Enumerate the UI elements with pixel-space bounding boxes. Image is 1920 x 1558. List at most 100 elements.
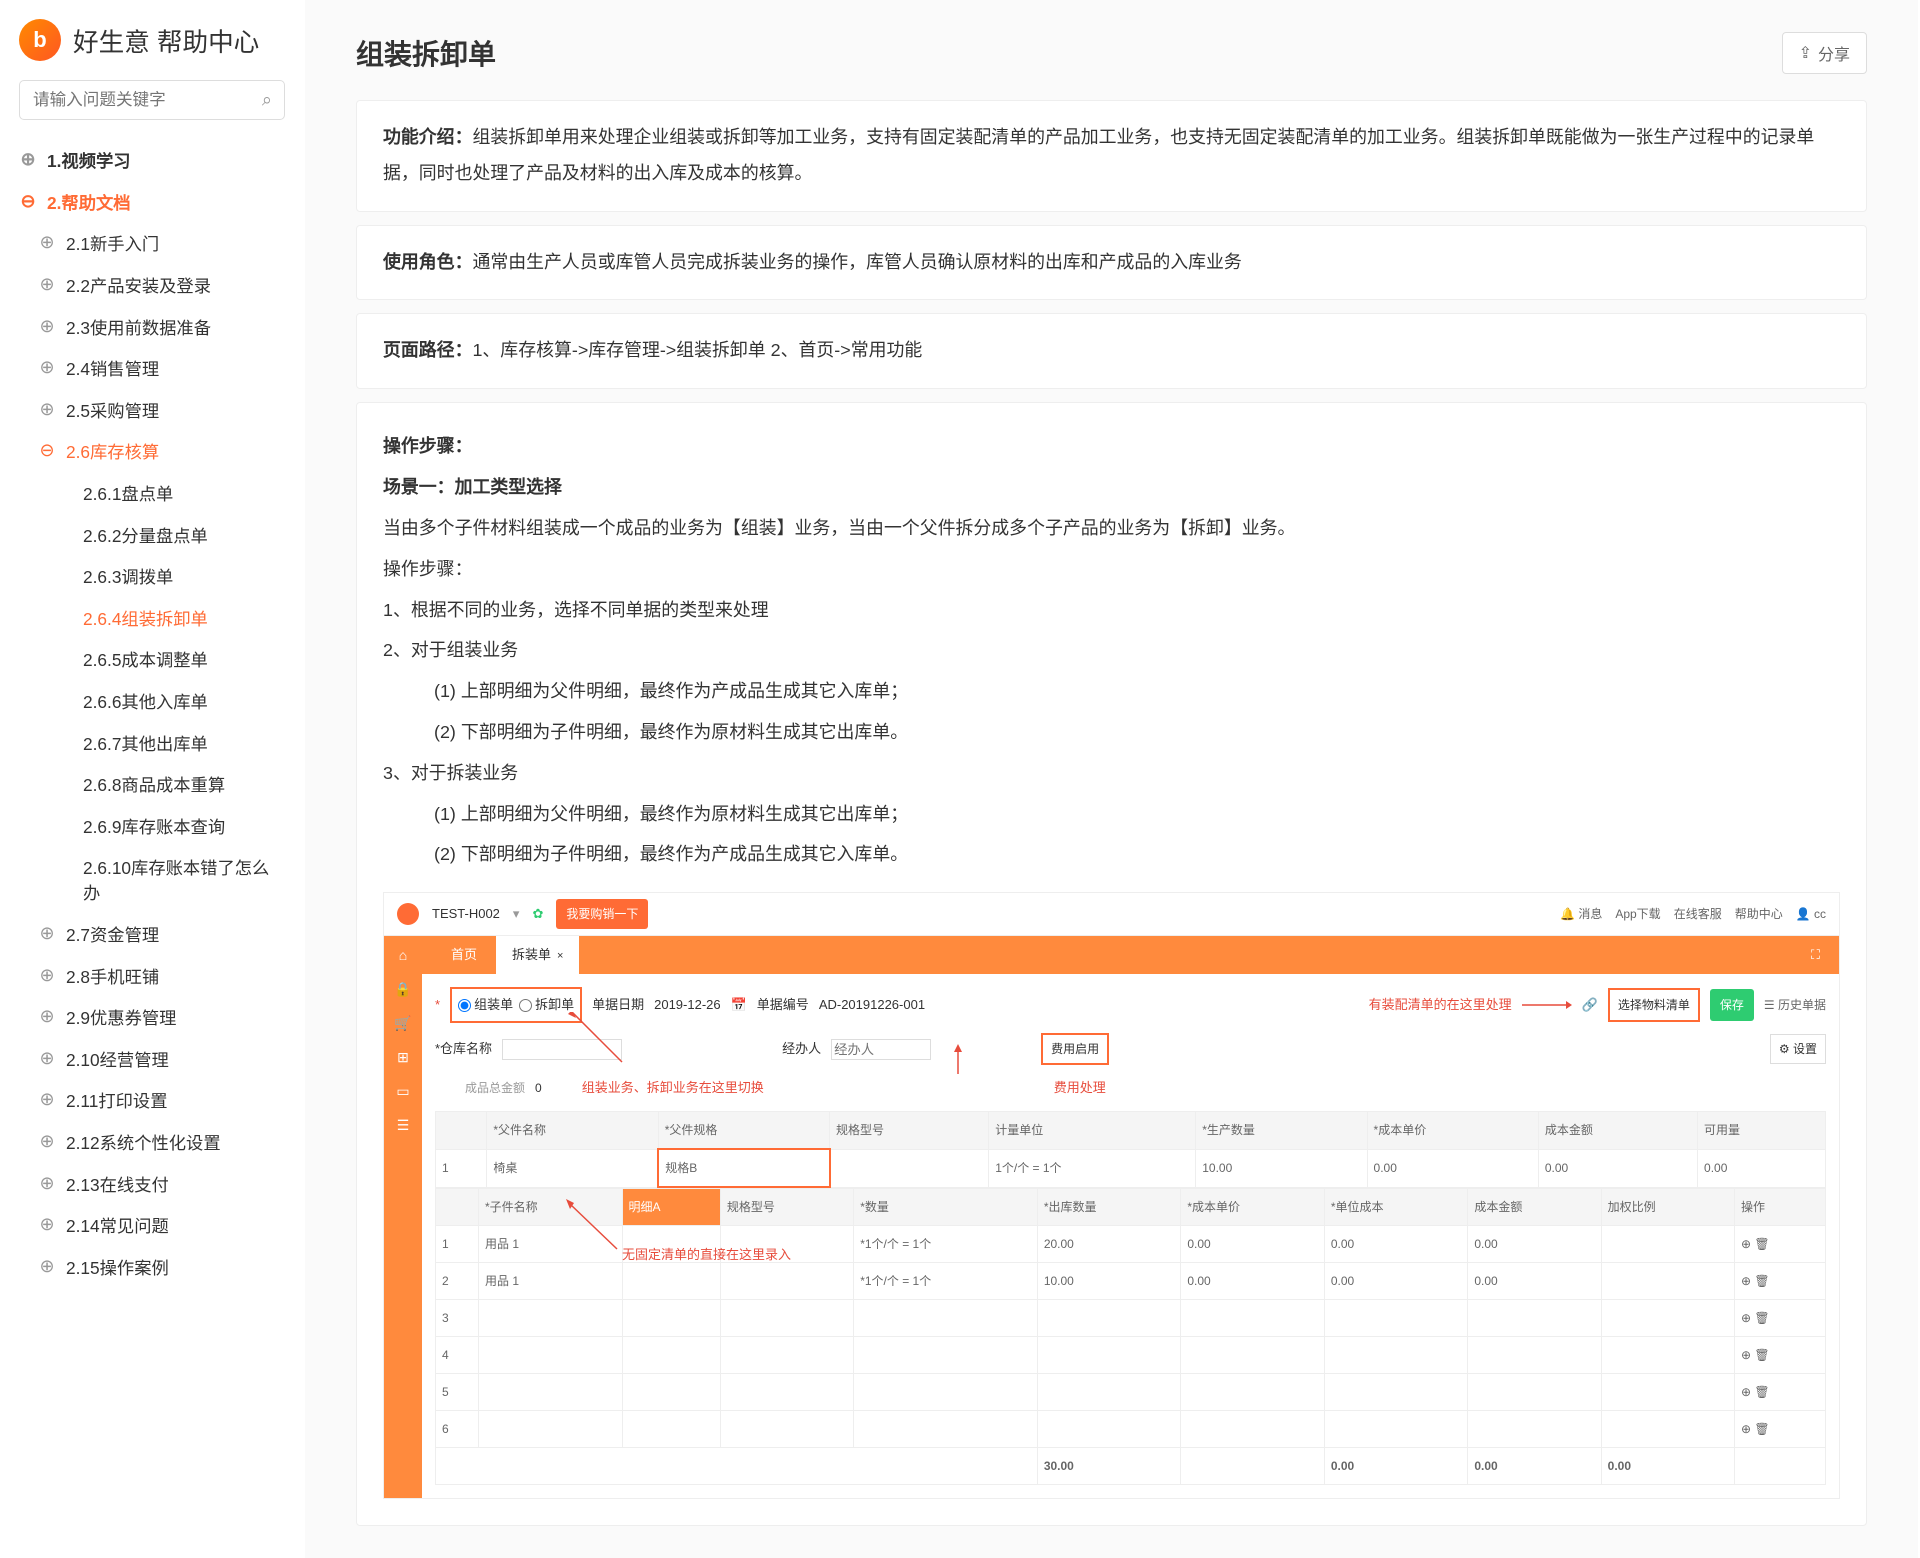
expand-icon[interactable]: ⛶ — [1805, 936, 1826, 974]
ss-top-link[interactable]: 在线客服 — [1674, 902, 1722, 926]
ss-settings-button[interactable]: ⚙ 设置 — [1770, 1034, 1826, 1064]
nav-item[interactable]: 2.15操作案例 — [19, 1245, 285, 1287]
nav-label: 2.6.3调拨单 — [83, 563, 173, 588]
ss-logo-icon — [397, 903, 419, 925]
minus-icon — [19, 192, 37, 210]
card-icon[interactable]: ▭ — [394, 1082, 412, 1100]
nav-item[interactable]: 2.7资金管理 — [19, 913, 285, 955]
nav-item[interactable]: 2.6.5成本调整单 — [19, 638, 285, 680]
ss-type-radio[interactable]: 组装单 拆卸单 — [450, 987, 582, 1023]
home-icon[interactable]: ⌂ — [394, 946, 412, 964]
nav-item[interactable]: 2.4销售管理 — [19, 347, 285, 389]
search-icon[interactable]: ⌕ — [262, 90, 272, 111]
minus-icon — [38, 442, 56, 460]
copy-icon[interactable]: ⊕ — [1741, 1274, 1751, 1288]
calendar-icon[interactable]: 📅 — [731, 992, 747, 1018]
nav-label: 2.6.9库存账本查询 — [83, 813, 225, 838]
copy-icon[interactable]: ⊕ — [1741, 1311, 1751, 1325]
nav-item[interactable]: 2.6.1盘点单 — [19, 472, 285, 514]
nav-item[interactable]: 2.6.3调拨单 — [19, 555, 285, 597]
nav-tree: 1.视频学习 2.帮助文档 2.1新手入门2.2产品安装及登录 2.3使用前数据准备 2… — [19, 139, 285, 1287]
step1: 1、根据不同的业务，选择不同单据的类型来处理 — [383, 593, 1840, 629]
ss-fee-toggle[interactable]: 费用启用 — [1041, 1033, 1109, 1065]
nav-item[interactable]: 2.6.7其他出库单 — [19, 721, 285, 763]
nav-item[interactable]: 2.1新手入门 — [19, 222, 285, 264]
path-card: 页面路径：1、库存核算->库存管理->组装拆卸单 2、首页->常用功能 — [356, 313, 1867, 389]
nav-label: 2.15操作案例 — [66, 1254, 169, 1279]
role-card: 使用角色：通常由生产人员或库管人员完成拆装业务的操作，库管人员确认原材料的出库和… — [356, 225, 1867, 301]
lock-icon[interactable]: 🔒 — [394, 980, 412, 998]
ss-history-link[interactable]: ☰ 历史单据 — [1764, 993, 1826, 1017]
nav-label: 2.6.5成本调整单 — [83, 646, 208, 671]
nav-item[interactable]: 2.8手机旺铺 — [19, 954, 285, 996]
ss-tab-home[interactable]: 首页 — [435, 936, 493, 974]
nav-item[interactable]: 2.6.2分量盘点单 — [19, 513, 285, 555]
nav-item[interactable]: 2.5采购管理 — [19, 389, 285, 431]
delete-icon[interactable]: 🗑 — [1754, 1274, 1769, 1288]
ss-top-button[interactable]: 我要购销一下 — [556, 899, 648, 929]
nav-label: 2.3使用前数据准备 — [66, 314, 211, 339]
intro-label: 功能介绍： — [383, 127, 472, 147]
nav-item[interactable]: 2.6.9库存账本查询 — [19, 805, 285, 847]
ss-top-link[interactable]: 🔔 消息 — [1560, 902, 1602, 926]
ss-bom-button[interactable]: 选择物料清单 — [1608, 988, 1700, 1022]
ss-save-button[interactable]: 保存 — [1710, 989, 1754, 1021]
nav-item[interactable]: 2.2产品安装及登录 — [19, 264, 285, 306]
delete-icon[interactable]: 🗑 — [1754, 1385, 1769, 1399]
nav-label: 2.帮助文档 — [47, 189, 131, 214]
copy-icon[interactable]: ⊕ — [1741, 1348, 1751, 1362]
nav-item[interactable]: 2.帮助文档 — [19, 181, 285, 223]
delete-icon[interactable]: 🗑 — [1754, 1311, 1769, 1325]
nav-item[interactable]: 2.6库存核算 — [19, 430, 285, 472]
ss-tab-form[interactable]: 拆装单× — [496, 936, 579, 974]
nav-label: 2.13在线支付 — [66, 1171, 169, 1196]
ss-top-link[interactable]: 👤 cc — [1796, 902, 1826, 926]
nav-label: 2.7资金管理 — [66, 921, 159, 946]
ss-warehouse-input[interactable] — [502, 1039, 622, 1060]
nav-item[interactable]: 2.9优惠券管理 — [19, 996, 285, 1038]
intro-text: 组装拆卸单用来处理企业组装或拆卸等加工业务，支持有固定装配清单的产品加工业务，也… — [383, 127, 1814, 183]
delete-icon[interactable]: 🗑 — [1754, 1422, 1769, 1436]
nav-item[interactable]: 2.14常见问题 — [19, 1204, 285, 1246]
plus-icon — [38, 1132, 56, 1150]
copy-icon[interactable]: ⊕ — [1741, 1237, 1751, 1251]
path-text: 1、库存核算->库存管理->组装拆卸单 2、首页->常用功能 — [472, 340, 922, 360]
nav-item[interactable]: 2.10经营管理 — [19, 1037, 285, 1079]
copy-icon[interactable]: ⊕ — [1741, 1422, 1751, 1436]
ss-top-link[interactable]: App下载 — [1615, 902, 1660, 926]
nav-label: 2.6库存核算 — [66, 438, 159, 463]
doc-icon[interactable]: ☰ — [394, 1116, 412, 1134]
nav-item[interactable]: 1.视频学习 — [19, 139, 285, 181]
scene-desc: 当由多个子件材料组装成一个成品的业务为【组装】业务，当由一个父件拆分成多个子产品… — [383, 511, 1840, 547]
page-title: 组装拆卸单 — [356, 33, 496, 73]
nav-item[interactable]: 2.11打印设置 — [19, 1079, 285, 1121]
plus-icon — [19, 151, 37, 169]
delete-icon[interactable]: 🗑 — [1754, 1348, 1769, 1362]
nav-label: 1.视频学习 — [47, 147, 131, 172]
plus-icon — [38, 400, 56, 418]
delete-icon[interactable]: 🗑 — [1754, 1237, 1769, 1251]
nav-item[interactable]: 2.3使用前数据准备 — [19, 305, 285, 347]
nav-label: 2.6.10库存账本错了怎么办 — [83, 854, 285, 904]
nav-item[interactable]: 2.6.10库存账本错了怎么办 — [19, 846, 285, 913]
search-input[interactable] — [19, 80, 285, 120]
embedded-screenshot: TEST-H002 ▾ ✿ 我要购销一下 🔔 消息App下载在线客服帮助中心👤 … — [383, 892, 1840, 1499]
ss-top-link[interactable]: 帮助中心 — [1735, 902, 1783, 926]
share-button[interactable]: ⇪ 分享 — [1782, 32, 1867, 74]
nav-item[interactable]: 2.13在线支付 — [19, 1162, 285, 1204]
nav-item[interactable]: 2.6.4组装拆卸单 — [19, 597, 285, 639]
ss-tabs: 首页 拆装单× ⛶ — [422, 936, 1839, 974]
nav-item[interactable]: 2.6.6其他入库单 — [19, 680, 285, 722]
close-icon[interactable]: × — [557, 950, 563, 962]
logo-text: 好生意 帮助中心 — [73, 22, 259, 59]
link-icon: 🔗 — [1582, 992, 1598, 1018]
main-content: 组装拆卸单 ⇪ 分享 功能介绍：组装拆卸单用来处理企业组装或拆卸等加工业务，支持… — [305, 0, 1918, 1558]
cart-icon[interactable]: 🛒 — [394, 1014, 412, 1032]
copy-icon[interactable]: ⊕ — [1741, 1385, 1751, 1399]
intro-card: 功能介绍：组装拆卸单用来处理企业组装或拆卸等加工业务，支持有固定装配清单的产品加… — [356, 100, 1867, 212]
nav-item[interactable]: 2.6.8商品成本重算 — [19, 763, 285, 805]
box-icon[interactable]: ⊞ — [394, 1048, 412, 1066]
ss-note-input: 无固定清单的直接在这里录入 — [622, 1242, 791, 1268]
nav-item[interactable]: 2.12系统个性化设置 — [19, 1121, 285, 1163]
ss-handler-input[interactable] — [831, 1039, 931, 1060]
